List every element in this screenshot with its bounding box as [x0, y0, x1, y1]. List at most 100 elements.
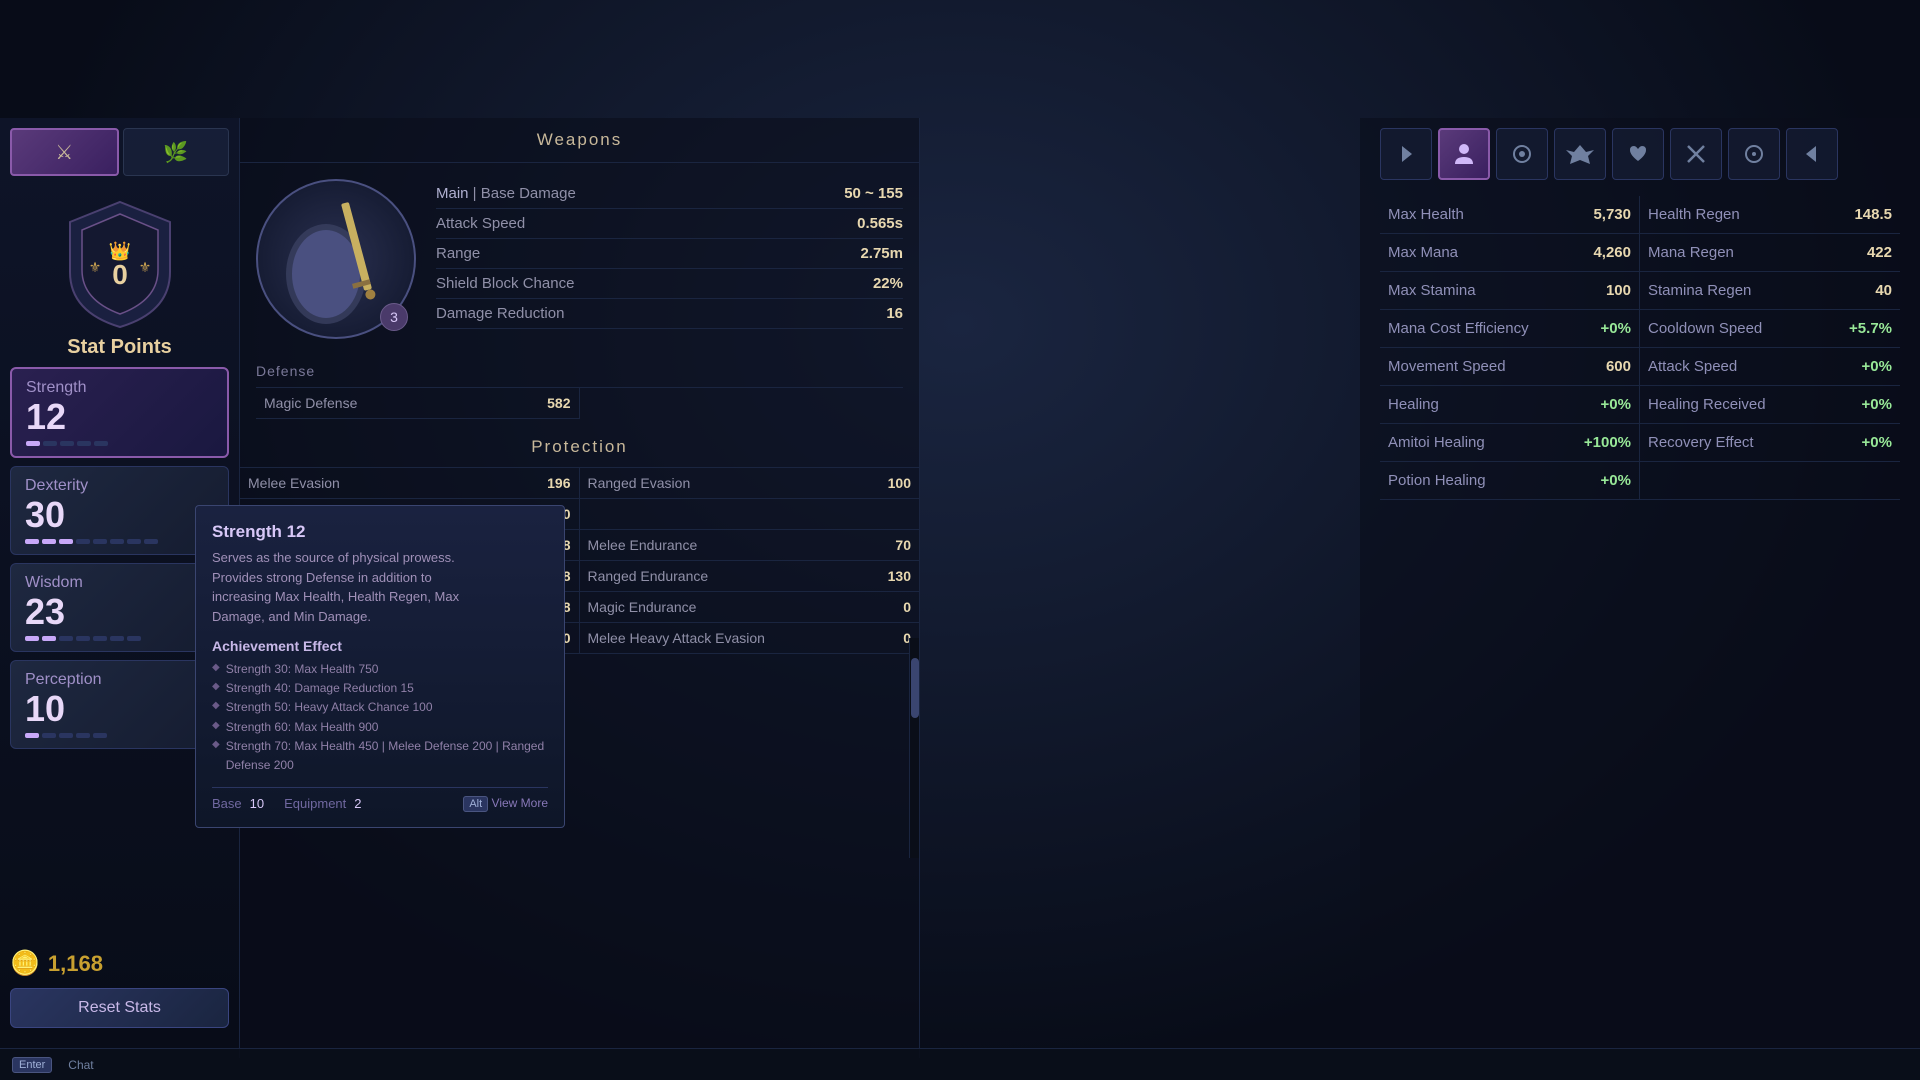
- tooltip-panel: Strength 12 Serves as the source of phys…: [195, 505, 565, 828]
- coins-value: 1,168: [48, 951, 103, 977]
- stat-pip: [59, 539, 73, 544]
- weapon-stat-range: Range 2.75m: [436, 239, 903, 269]
- weapon-stats: Main | Base Damage 50 ~ 155 Attack Speed…: [436, 179, 903, 339]
- attack-speed-item: Attack Speed +0%: [1640, 348, 1900, 386]
- ranged-evasion-value: 100: [888, 475, 911, 491]
- recovery-effect-label: Recovery Effect: [1648, 434, 1754, 451]
- tooltip-achievement-item-2: Strength 40: Damage Reduction 15: [212, 679, 548, 698]
- arrow-right-tab-icon: [1800, 142, 1824, 166]
- tooltip-base-block: Base 10 Equipment 2: [212, 796, 362, 811]
- left-tab-buttons: ⚔ 🌿: [10, 128, 229, 176]
- reset-stats-button[interactable]: Reset Stats: [10, 988, 229, 1028]
- health-regen-item: Health Regen 148.5: [1640, 196, 1900, 234]
- range-label: Range: [436, 245, 480, 262]
- arrow-left-tab-icon: [1394, 142, 1418, 166]
- movement-speed-label: Movement Speed: [1388, 358, 1506, 375]
- right-tab-eagle[interactable]: [1554, 128, 1606, 180]
- defense-values: Magic Defense 582: [256, 388, 903, 419]
- svg-text:⚜: ⚜: [88, 259, 101, 275]
- mana-regen-value: 422: [1867, 244, 1892, 261]
- ranged-endurance-label: Ranged Endurance: [588, 568, 709, 584]
- ranged-evasion-label: Ranged Evasion: [588, 475, 691, 491]
- view-more-button[interactable]: Alt View More: [463, 796, 548, 811]
- stat-pip: [76, 539, 90, 544]
- melee-evasion-item: Melee Evasion 196: [240, 468, 580, 499]
- melee-endurance-label: Melee Endurance: [588, 537, 698, 553]
- enter-key: Enter: [12, 1057, 52, 1073]
- cooldown-speed-label: Cooldown Speed: [1648, 320, 1762, 337]
- mana-cost-value: +0%: [1601, 320, 1631, 337]
- tooltip-base-value: 10: [250, 796, 264, 811]
- protection-section-header: Protection: [240, 427, 919, 468]
- crest-container: 👑 0 ⚜ ⚜ Stat Points: [10, 192, 229, 359]
- right-tab-character[interactable]: [1438, 128, 1490, 180]
- stat-block-strength[interactable]: Strength 12: [10, 367, 229, 458]
- right-tab-arrow-right[interactable]: [1786, 128, 1838, 180]
- right-tab-settings[interactable]: [1496, 128, 1548, 180]
- cooldown-speed-item: Cooldown Speed +5.7%: [1640, 310, 1900, 348]
- tab-btn-skills[interactable]: 🌿: [123, 128, 230, 176]
- stat-pip: [94, 441, 108, 446]
- coins-icon: 🪙: [10, 949, 40, 978]
- melee-endurance-item: Melee Endurance 70: [580, 530, 920, 561]
- right-tab-circle[interactable]: [1728, 128, 1780, 180]
- tooltip-equipment-value: 2: [354, 796, 361, 811]
- damage-reduction-label: Damage Reduction: [436, 305, 564, 322]
- range-value: 2.75m: [860, 245, 903, 262]
- stat-pip: [127, 636, 141, 641]
- dexterity-label: Dexterity: [25, 477, 214, 495]
- circle-tab-icon: [1741, 141, 1767, 167]
- alt-key-badge: Alt: [463, 796, 488, 812]
- right-stats-section: Max Health 5,730 Health Regen 148.5 Max …: [1380, 196, 1900, 500]
- svg-text:⚜: ⚜: [138, 259, 151, 275]
- potion-healing-item: Potion Healing +0%: [1380, 462, 1640, 500]
- perception-bar: [25, 733, 214, 738]
- recovery-effect-value: +0%: [1862, 434, 1892, 451]
- defense-section: Defense Magic Defense 582: [240, 355, 919, 419]
- ranged-endurance-item: Ranged Endurance 130: [580, 561, 920, 592]
- amitoi-healing-value: +100%: [1584, 434, 1631, 451]
- melee-evasion-label: Melee Evasion: [248, 475, 340, 491]
- stat-pip: [59, 733, 73, 738]
- strength-bar: [26, 441, 213, 446]
- attack-speed-label: Attack Speed: [436, 215, 525, 232]
- weapon-badge: 3: [380, 303, 408, 331]
- tooltip-desc: Serves as the source of physical prowess…: [212, 548, 548, 626]
- magic-endurance-item: Magic Endurance 0: [580, 592, 920, 623]
- potion-healing-label: Potion Healing: [1388, 472, 1486, 489]
- melee-heavy-evasion-item: Melee Heavy Attack Evasion 0: [580, 623, 920, 654]
- stat-pip: [25, 636, 39, 641]
- base-damage-label: Main | Base Damage: [436, 185, 576, 202]
- healing-value: +0%: [1601, 396, 1631, 413]
- stat-pip: [42, 539, 56, 544]
- potion-healing-value: +0%: [1601, 472, 1631, 489]
- max-health-item: Max Health 5,730: [1380, 196, 1640, 234]
- base-damage-value: 50 ~ 155: [844, 185, 903, 202]
- melee-endurance-value: 70: [895, 537, 911, 553]
- right-tab-arrow[interactable]: [1380, 128, 1432, 180]
- wisdom-value: 23: [25, 594, 214, 630]
- wisdom-bar: [25, 636, 214, 641]
- max-mana-value: 4,260: [1593, 244, 1631, 261]
- weapon-stat-damage-reduction: Damage Reduction 16: [436, 299, 903, 329]
- right-tab-heart[interactable]: [1612, 128, 1664, 180]
- weapons-section-header: Weapons: [240, 118, 919, 163]
- stat-pip: [26, 441, 40, 446]
- stat-pip: [110, 636, 124, 641]
- tooltip-achievement-title: Achievement Effect: [212, 638, 548, 654]
- view-more-label[interactable]: View More: [492, 796, 548, 810]
- healing-received-value: +0%: [1862, 396, 1892, 413]
- scroll-thumb[interactable]: [911, 658, 919, 718]
- right-tab-cross[interactable]: [1670, 128, 1722, 180]
- mana-regen-label: Mana Regen: [1648, 244, 1734, 261]
- melee-heavy-evasion-label: Melee Heavy Attack Evasion: [588, 630, 765, 646]
- dexterity-bar: [25, 539, 214, 544]
- perception-label: Perception: [25, 671, 214, 689]
- scroll-track[interactable]: [909, 638, 919, 858]
- amitoi-healing-label: Amitoi Healing: [1388, 434, 1485, 451]
- tab-btn-combat[interactable]: ⚔: [10, 128, 119, 176]
- stat-pip: [144, 539, 158, 544]
- stat-pip: [25, 539, 39, 544]
- max-stamina-label: Max Stamina: [1388, 282, 1476, 299]
- stat-pip: [60, 441, 74, 446]
